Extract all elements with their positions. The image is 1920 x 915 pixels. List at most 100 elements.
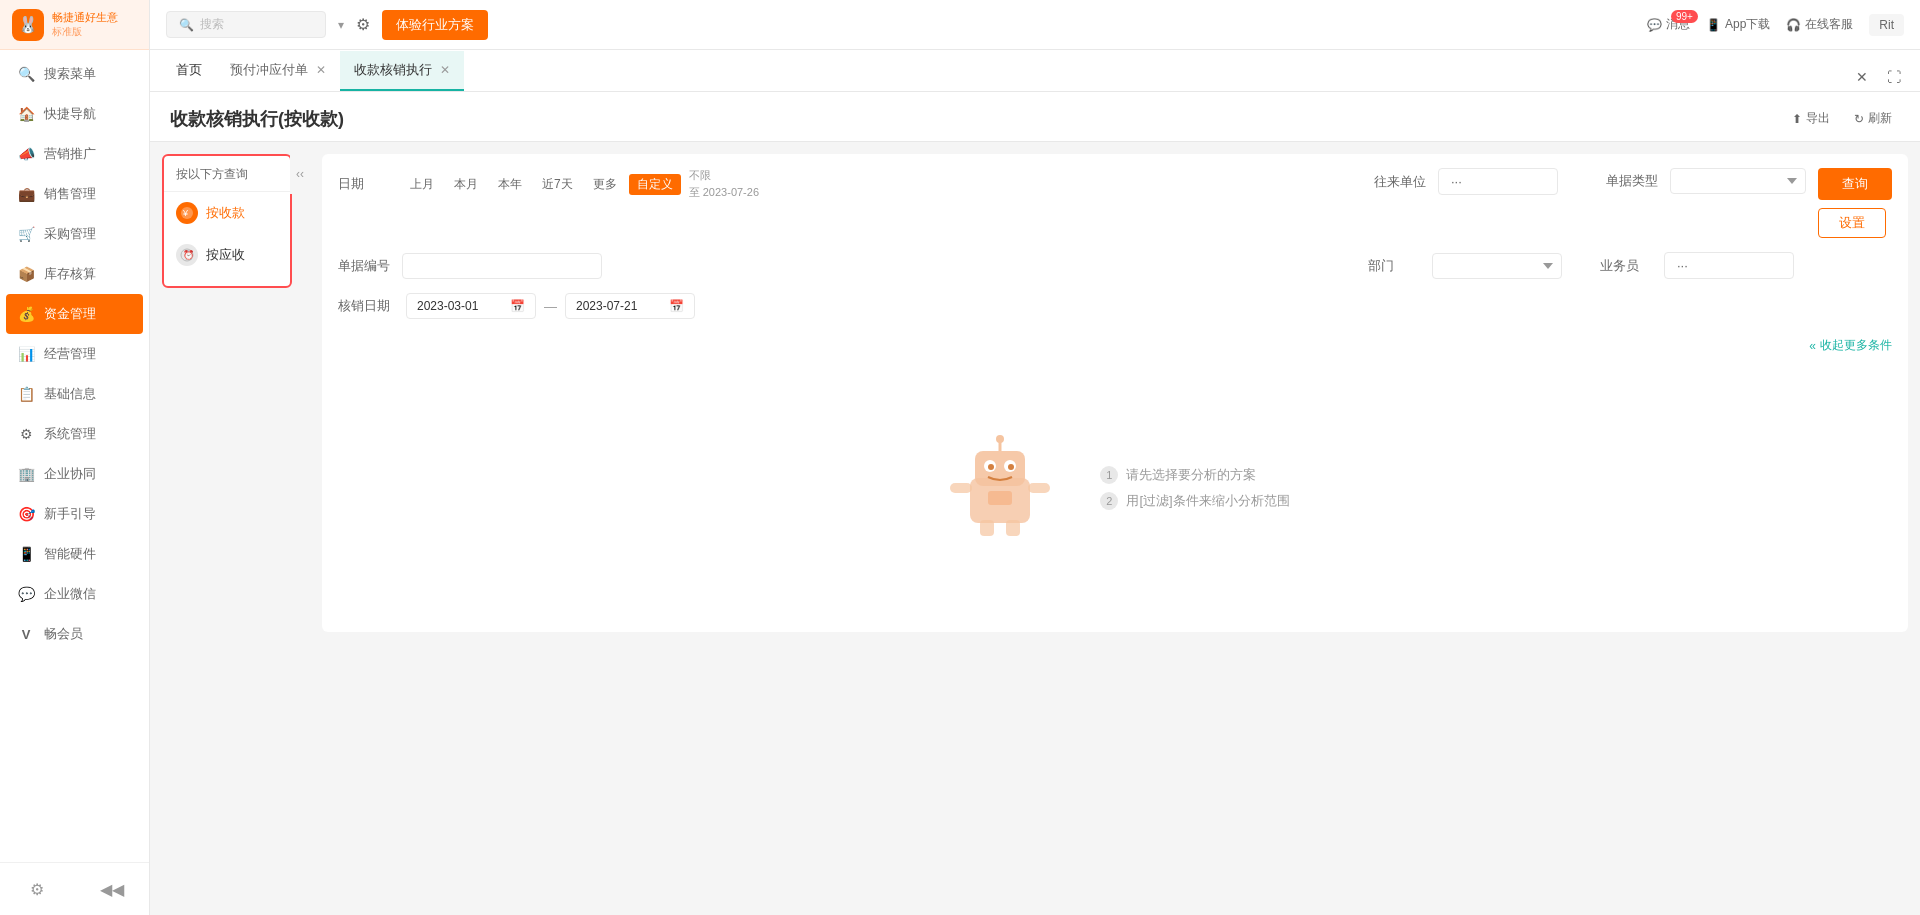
svg-text:¥: ¥ (182, 208, 189, 218)
collapse-sidebar-btn[interactable]: ◀◀ (96, 873, 128, 905)
query-btn[interactable]: 查询 (1818, 168, 1892, 200)
export-btn[interactable]: ⬆ 导出 (1784, 106, 1838, 131)
svg-rect-12 (950, 483, 972, 493)
close-all-tabs-btn[interactable]: ✕ (1848, 63, 1876, 91)
page-header: 收款核销执行(按收款) ⬆ 导出 ↻ 刷新 (150, 92, 1920, 142)
sidebar-item-basic-info[interactable]: 📋 基础信息 (0, 374, 149, 414)
page-actions: ⬆ 导出 ↻ 刷新 (1784, 106, 1900, 131)
staff-input[interactable]: ··· (1664, 252, 1794, 279)
tabbar: 首页 预付冲应付单 ✕ 收款核销执行 ✕ ✕ ⛶ (150, 50, 1920, 92)
empty-state-inner: 1 请先选择要分析的方案 2 用[过滤]条件来缩小分析范围 (940, 438, 1289, 538)
empty-robot-icon (945, 433, 1055, 543)
filter-sidebar-wrapper: 按以下方查询 ¥ 按收款 ⏰ 按应收 ‹‹ (162, 154, 310, 288)
solution-btn[interactable]: 体验行业方案 (382, 10, 488, 40)
date-btn-custom[interactable]: 自定义 (629, 174, 681, 195)
basic-info-icon: 📋 (16, 384, 36, 404)
staff-label: 业务员 (1600, 257, 1656, 275)
tab-prepay[interactable]: 预付冲应付单 ✕ (216, 51, 340, 91)
svg-text:⏰: ⏰ (183, 249, 194, 261)
sidebar-item-inventory[interactable]: 📦 库存核算 (0, 254, 149, 294)
hint-2-num: 2 (1100, 492, 1118, 510)
topbar-chevron-icon[interactable]: ▾ (338, 18, 344, 32)
date-btn-this-year[interactable]: 本年 (490, 174, 530, 195)
verif-date-end-wrapper: 2023-07-21 📅 (565, 293, 695, 319)
settings-footer-btn[interactable]: ⚙ (21, 873, 53, 905)
purchase-icon: 🛒 (16, 224, 36, 244)
topbar-app-download-btn[interactable]: 📱 App下载 (1706, 16, 1770, 33)
guide-icon: 🎯 (16, 504, 36, 524)
svg-rect-15 (1006, 520, 1020, 536)
date-no-limit: 不限 (689, 168, 759, 183)
page-title: 收款核销执行(按收款) (170, 107, 344, 131)
topbar-user-btn[interactable]: Rit (1869, 14, 1904, 36)
sidebar: 🐰 畅捷通好生意 标准版 🔍 搜索菜单 🏠 快捷导航 📣 营销推广 💼 销售管理… (0, 0, 150, 915)
empty-state: 1 请先选择要分析的方案 2 用[过滤]条件来缩小分析范围 (338, 358, 1892, 618)
department-select[interactable] (1432, 253, 1562, 279)
expand-tabs-btn[interactable]: ⛶ (1880, 63, 1908, 91)
date-btn-this-month[interactable]: 本月 (446, 174, 486, 195)
topbar-service-btn[interactable]: 🎧 在线客服 (1786, 16, 1853, 33)
tab-collection[interactable]: 收款核销执行 ✕ (340, 51, 464, 91)
app-icon: 📱 (1706, 18, 1721, 32)
sidebar-item-business[interactable]: 📊 经营管理 (0, 334, 149, 374)
sidebar-item-sales[interactable]: 💼 销售管理 (0, 174, 149, 214)
filter-by-receivable[interactable]: ⏰ 按应收 (164, 234, 290, 276)
sidebar-item-finance[interactable]: 💰 资金管理 (6, 294, 143, 334)
svg-point-11 (996, 435, 1004, 443)
topbar-gear-icon[interactable]: ⚙ (356, 15, 370, 34)
topbar-search-text: 搜索 (200, 16, 224, 33)
verif-date-end-icon[interactable]: 📅 (669, 299, 684, 313)
tab-collection-close[interactable]: ✕ (440, 63, 450, 77)
query-actions: 查询 设置 (1818, 168, 1892, 238)
topbar-message-btn[interactable]: 💬 消息 99+ (1647, 16, 1690, 33)
verif-date-start-wrapper: 2023-03-01 📅 (406, 293, 536, 319)
department-select-wrapper (1432, 253, 1562, 279)
sidebar-item-guide[interactable]: 🎯 新手引导 (0, 494, 149, 534)
main-area: 🔍 搜索 ▾ ⚙ 体验行业方案 💬 消息 99+ 📱 App下载 🎧 在线客服 … (150, 0, 1920, 915)
sidebar-item-wechat[interactable]: 💬 企业微信 (0, 574, 149, 614)
doc-number-label: 单据编号 (338, 257, 394, 275)
date-shortcuts: 上月 本月 本年 近7天 更多 自定义 (402, 174, 681, 195)
main-panel: 按以下方查询 ¥ 按收款 ⏰ 按应收 ‹‹ (162, 154, 1908, 632)
enterprise-icon: 🏢 (16, 464, 36, 484)
empty-hint-2: 2 用[过滤]条件来缩小分析范围 (1100, 492, 1289, 510)
business-icon: 📊 (16, 344, 36, 364)
topbar-search[interactable]: 🔍 搜索 (166, 11, 326, 38)
query-panel: 日期 上月 本月 本年 近7天 更多 自定义 不限 至 2023-07-26 (322, 154, 1908, 632)
smart-hw-icon: 📱 (16, 544, 36, 564)
sidebar-item-purchase[interactable]: 🛒 采购管理 (0, 214, 149, 254)
refresh-btn[interactable]: ↻ 刷新 (1846, 106, 1900, 131)
settings-btn[interactable]: 设置 (1818, 208, 1886, 238)
refresh-icon: ↻ (1854, 112, 1864, 126)
filter-collapse-btn[interactable]: ‹‹ (290, 154, 310, 194)
collapse-more-btn[interactable]: « 收起更多条件 (1809, 333, 1892, 358)
service-icon: 🎧 (1786, 18, 1801, 32)
tab-prepay-close[interactable]: ✕ (316, 63, 326, 77)
department-row: 部门 (1368, 253, 1588, 279)
date-btn-7days[interactable]: 近7天 (534, 174, 581, 195)
doc-number-input[interactable] (402, 253, 602, 279)
counterparty-input[interactable]: ··· (1438, 168, 1558, 195)
sidebar-item-system[interactable]: ⚙ 系统管理 (0, 414, 149, 454)
date-btn-more[interactable]: 更多 (585, 174, 625, 195)
export-icon: ⬆ (1792, 112, 1802, 126)
hint-1-num: 1 (1100, 466, 1118, 484)
verif-date-start-icon[interactable]: 📅 (510, 299, 525, 313)
filter-by-receipt[interactable]: ¥ 按收款 (164, 192, 290, 234)
sidebar-item-marketing[interactable]: 📣 营销推广 (0, 134, 149, 174)
sidebar-item-search[interactable]: 🔍 搜索菜单 (0, 54, 149, 94)
doc-type-select[interactable] (1670, 168, 1806, 194)
collapse-chevron-icon: « (1809, 339, 1816, 353)
sidebar-nav: 🔍 搜索菜单 🏠 快捷导航 📣 营销推广 💼 销售管理 🛒 采购管理 📦 库存核… (0, 50, 149, 862)
sidebar-item-member[interactable]: V 畅会员 (0, 614, 149, 654)
sidebar-item-smart-hw[interactable]: 📱 智能硬件 (0, 534, 149, 574)
content-area: 收款核销执行(按收款) ⬆ 导出 ↻ 刷新 按以下方查询 (150, 92, 1920, 915)
topbar-search-icon: 🔍 (179, 18, 194, 32)
tab-home[interactable]: 首页 (162, 51, 216, 91)
sidebar-item-enterprise[interactable]: 🏢 企业协同 (0, 454, 149, 494)
date-to: 至 2023-07-26 (689, 185, 759, 200)
sidebar-item-quick-nav[interactable]: 🏠 快捷导航 (0, 94, 149, 134)
date-btn-last-month[interactable]: 上月 (402, 174, 442, 195)
message-icon: 💬 (1647, 18, 1662, 32)
tabbar-actions: ✕ ⛶ (1848, 63, 1908, 91)
